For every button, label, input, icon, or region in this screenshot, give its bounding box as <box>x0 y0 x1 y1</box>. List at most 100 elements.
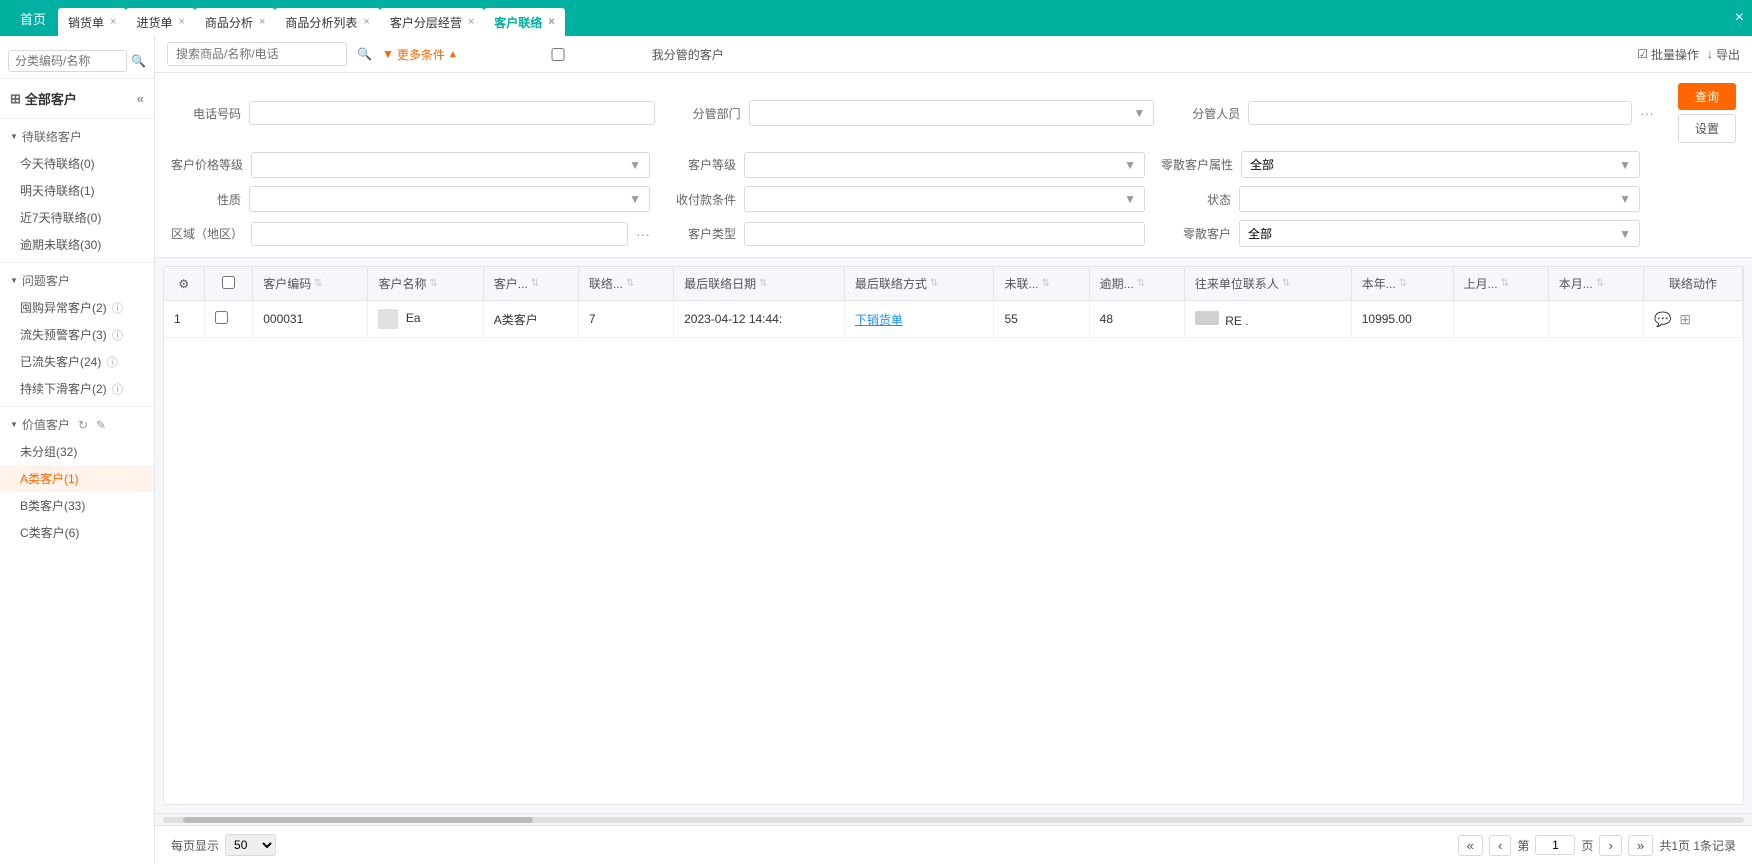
scrollbar-thumb[interactable] <box>183 817 533 823</box>
close-tab-sales[interactable]: × <box>110 16 116 28</box>
customer-type-input[interactable] <box>744 222 1145 246</box>
th-code[interactable]: 客户编码 ⇅ <box>253 267 368 301</box>
status-select[interactable]: ▼ <box>1239 186 1640 212</box>
select-all-checkbox[interactable] <box>222 276 235 289</box>
sidebar-item-c-class[interactable]: C类客户(6) <box>0 519 154 546</box>
first-page-btn[interactable]: « <box>1458 835 1483 856</box>
sidebar-collapse-icon[interactable]: « <box>137 91 144 106</box>
filter-icon: ▼ <box>382 47 394 61</box>
sidebar-search-icon[interactable]: 🔍 <box>131 54 146 68</box>
sidebar-group-problem[interactable]: ▼ 问题客户 <box>0 267 154 294</box>
nature-select[interactable]: ▼ <box>249 186 650 212</box>
refresh-icon[interactable]: ↻ <box>78 418 88 432</box>
my-customers-checkbox-label[interactable]: 我分管的客户 <box>468 46 724 63</box>
page-size-select[interactable]: 50 100 200 <box>225 834 276 856</box>
sidebar-item-churned[interactable]: 已流失客户(24) ⓘ <box>0 348 154 375</box>
tab-product-analysis[interactable]: 商品分析 × <box>195 8 275 36</box>
tab-purchase-order[interactable]: 进货单 × <box>126 8 194 36</box>
sidebar-item-declining[interactable]: 持续下滑客户(2) ⓘ <box>0 375 154 402</box>
sidebar-all-customers[interactable]: ⊞ 全部客户 « <box>0 83 154 114</box>
settings-icon[interactable]: ⚙ <box>178 277 189 291</box>
search-input[interactable] <box>167 42 347 66</box>
manager-dots-btn[interactable]: ··· <box>1640 105 1654 121</box>
main-layout: 🔍 ⊞ 全部客户 « ▼ 待联络客户 今天待联络(0) 明天待联络(1) 近7天… <box>0 36 1752 864</box>
close-tab-contact[interactable]: × <box>548 16 554 28</box>
field-phone-label: 电话号码 <box>171 105 241 122</box>
next-page-btn[interactable]: › <box>1599 835 1621 856</box>
dept-caret: ▼ <box>1133 106 1145 120</box>
home-nav[interactable]: 首页 <box>8 0 58 36</box>
th-customer-type[interactable]: 客户... ⇅ <box>483 267 578 301</box>
th-this-year[interactable]: 本年... ⇅ <box>1351 267 1453 301</box>
th-unit-contact[interactable]: 往来单位联系人 ⇅ <box>1184 267 1351 301</box>
region-input[interactable] <box>251 222 628 246</box>
sidebar-item-ungroup[interactable]: 未分组(32) <box>0 438 154 465</box>
sidebar-item-abnormal[interactable]: 囤购异常客户(2) ⓘ <box>0 294 154 321</box>
phone-input[interactable] <box>249 101 655 125</box>
sidebar-group-value[interactable]: ▼ 价值客户 ↻ ✎ <box>0 411 154 438</box>
tab-product-analysis-list[interactable]: 商品分析列表 × <box>275 8 379 36</box>
tab-customer-contact[interactable]: 客户联络 × <box>484 8 564 36</box>
td-actions: 💬 ⊞ <box>1643 301 1742 338</box>
row-checkbox[interactable] <box>215 311 228 324</box>
region-dots-btn[interactable]: ··· <box>636 226 650 242</box>
export-btn[interactable]: ↓ 导出 <box>1707 46 1740 63</box>
settings-button[interactable]: 设置 <box>1678 114 1736 143</box>
info-icon-3: ⓘ <box>112 384 123 396</box>
sidebar: 🔍 ⊞ 全部客户 « ▼ 待联络客户 今天待联络(0) 明天待联络(1) 近7天… <box>0 36 155 864</box>
form-row-4: 区域（地区） ··· 客户类型 零散客户 全部 ▼ <box>171 220 1736 247</box>
customer-level-select[interactable]: ▼ <box>744 152 1145 178</box>
search-bar-icon[interactable]: 🔍 <box>357 47 372 61</box>
th-this-month[interactable]: 本月... ⇅ <box>1548 267 1643 301</box>
qr-icon[interactable]: ⊞ <box>1679 311 1691 328</box>
prev-page-btn[interactable]: ‹ <box>1489 835 1511 856</box>
close-tab-tier[interactable]: × <box>468 16 474 28</box>
manager-input[interactable] <box>1248 101 1632 125</box>
tab-customer-tier[interactable]: 客户分层经营 × <box>380 8 484 36</box>
tab-sales-order[interactable]: 销货单 × <box>58 8 126 36</box>
th-overdue[interactable]: 逾期... ⇅ <box>1089 267 1184 301</box>
form-row-3: 性质 ▼ 收付款条件 ▼ 状态 <box>171 186 1736 212</box>
horizontal-scrollbar[interactable] <box>155 813 1752 825</box>
page-number-input[interactable] <box>1535 835 1575 855</box>
price-level-select[interactable]: ▼ <box>251 152 650 178</box>
sidebar-item-overdue[interactable]: 逾期未联络(30) <box>0 231 154 258</box>
sidebar-item-7days[interactable]: 近7天待联络(0) <box>0 204 154 231</box>
close-tab-product-list[interactable]: × <box>363 16 369 28</box>
sidebar-item-b-class[interactable]: B类客户(33) <box>0 492 154 519</box>
retail-customer-select[interactable]: 全部 ▼ <box>1239 220 1640 247</box>
chat-icon[interactable]: 💬 <box>1654 311 1671 328</box>
sidebar-group-pending[interactable]: ▼ 待联络客户 <box>0 123 154 150</box>
retail-attr-select[interactable]: 全部 ▼ <box>1241 151 1640 178</box>
th-last-month[interactable]: 上月... ⇅ <box>1453 267 1548 301</box>
batch-op-btn[interactable]: ☑ 批量操作 <box>1637 46 1699 63</box>
my-customers-checkbox[interactable] <box>468 48 648 61</box>
field-customer-level-label: 客户等级 <box>666 156 736 173</box>
dept-select[interactable]: ▼ <box>749 100 1155 126</box>
th-last-contact-method[interactable]: 最后联络方式 ⇅ <box>844 267 994 301</box>
sidebar-search-container: 🔍 <box>0 44 154 79</box>
sidebar-search-input[interactable] <box>8 50 127 72</box>
customer-table: ⚙ 客户编码 ⇅ 客户名称 <box>164 267 1743 338</box>
th-name[interactable]: 客户名称 ⇅ <box>368 267 483 301</box>
more-conditions-btn[interactable]: ▼ 更多条件 ▲ <box>382 46 458 63</box>
th-not-contacted[interactable]: 未联... ⇅ <box>994 267 1089 301</box>
field-retail-attr: 零散客户属性 全部 ▼ <box>1161 151 1640 178</box>
scrollbar-track <box>163 817 1744 823</box>
edit-icon[interactable]: ✎ <box>96 418 106 432</box>
sidebar-item-tomorrow[interactable]: 明天待联络(1) <box>0 177 154 204</box>
contact-method-link[interactable]: 下销货单 <box>855 313 903 327</box>
sidebar-item-a-class[interactable]: A类客户(1) <box>0 465 154 492</box>
payment-select[interactable]: ▼ <box>744 186 1145 212</box>
td-last-method: 下销货单 <box>844 301 994 338</box>
close-tab-product-analysis[interactable]: × <box>259 16 265 28</box>
th-last-contact-date[interactable]: 最后联络日期 ⇅ <box>674 267 845 301</box>
close-tab-purchase[interactable]: × <box>178 16 184 28</box>
sidebar-item-churn-warning[interactable]: 流失预警客户(3) ⓘ <box>0 321 154 348</box>
th-contact-count[interactable]: 联络... ⇅ <box>578 267 673 301</box>
sidebar-item-today[interactable]: 今天待联络(0) <box>0 150 154 177</box>
window-close-button[interactable]: × <box>1735 9 1744 27</box>
query-button[interactable]: 查询 <box>1678 83 1736 110</box>
last-page-btn[interactable]: » <box>1628 835 1653 856</box>
th-settings[interactable]: ⚙ <box>164 267 204 301</box>
